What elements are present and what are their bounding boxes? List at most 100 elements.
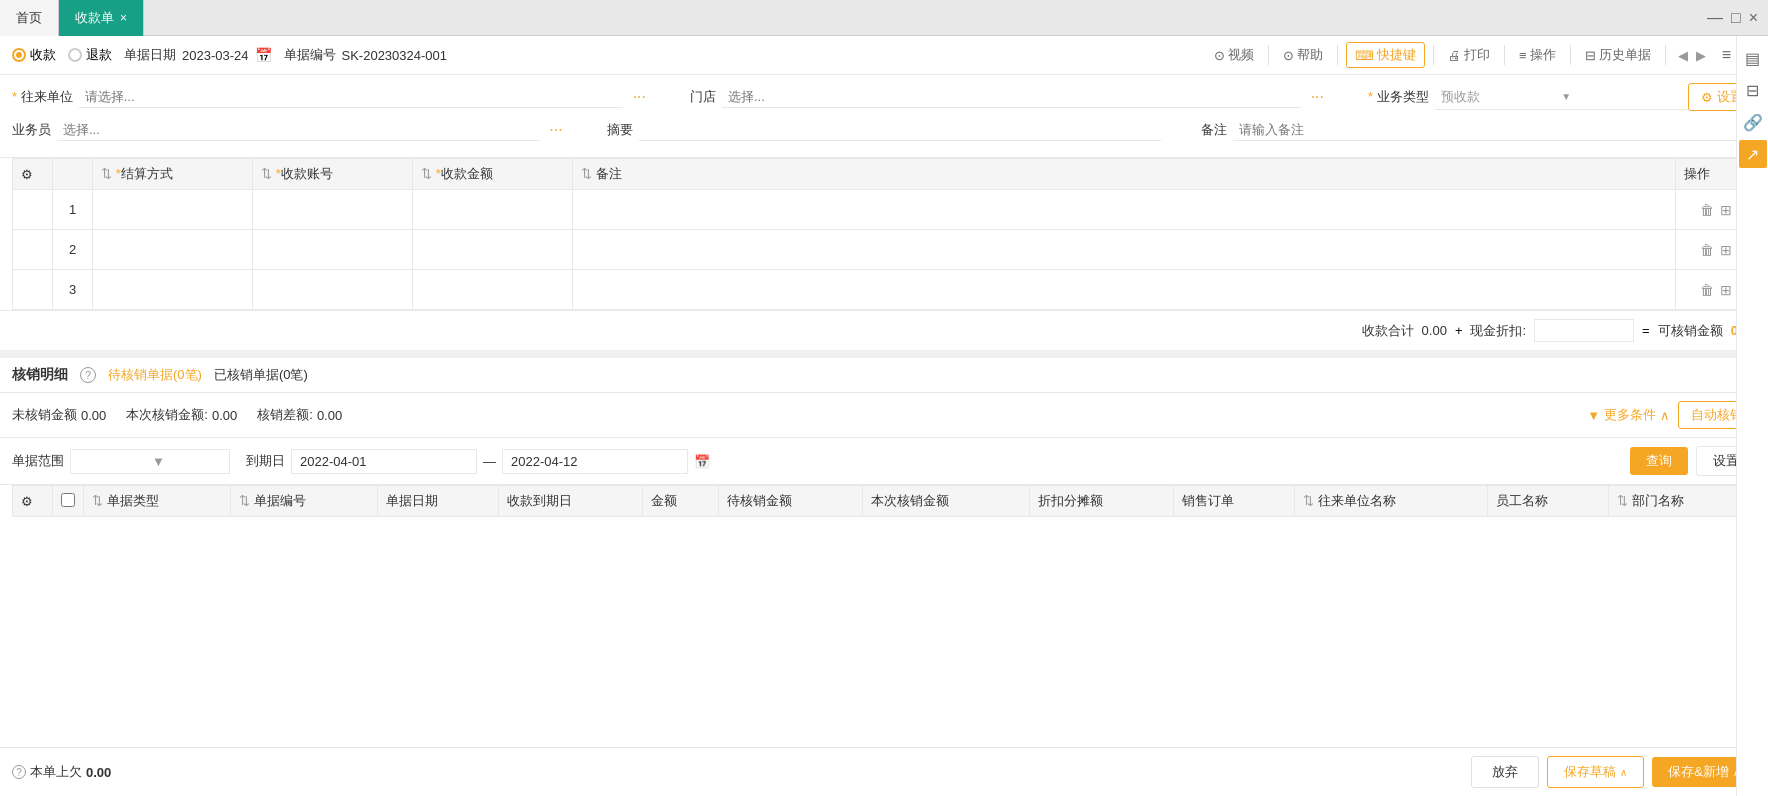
bth-bill-number-label: 单据编号 [254,493,306,508]
sidebar-icon-expand[interactable]: ↗ [1739,140,1767,168]
verification-info-icon[interactable]: ? [80,367,96,383]
remark-input[interactable] [1233,119,1756,141]
store-input[interactable] [722,86,1301,108]
row3-settlement[interactable] [93,270,253,310]
section-divider [0,350,1768,358]
due-date-from[interactable] [291,449,477,474]
date-calendar-icon[interactable]: 📅 [694,454,710,469]
row3-account[interactable] [253,270,413,310]
prev-icon[interactable]: ◀ [1674,48,1692,63]
row1-amount[interactable] [413,190,573,230]
store-label: 门店 [690,88,716,106]
table-header-row: ⚙ ⇅ *结算方式 ⇅ *收款账号 ⇅ *收款金额 [13,159,1756,190]
due-date-to[interactable] [502,449,688,474]
help-btn[interactable]: ⊙ 帮助 [1277,44,1329,66]
video-btn[interactable]: ⊙ 视频 [1208,44,1260,66]
th-settings[interactable]: ⚙ [13,159,53,190]
select-all-checkbox[interactable] [61,493,75,507]
main-table: ⚙ ⇅ *结算方式 ⇅ *收款账号 ⇅ *收款金额 [12,158,1756,310]
partner-input[interactable] [79,86,623,108]
abandon-btn[interactable]: 放弃 [1471,756,1539,788]
sidebar-icon-table[interactable]: ▤ [1739,44,1767,72]
maximize-icon[interactable]: □ [1731,9,1741,27]
summary-input[interactable] [639,119,1162,141]
footer-info-icon[interactable]: ? [12,765,26,779]
row2-copy-icon[interactable]: ⊞ [1720,242,1732,258]
bth-discount: 折扣分摊额 [1029,486,1173,517]
pending-tab-link[interactable]: 待核销单据(0笔) [108,366,202,384]
minimize-icon[interactable]: — [1707,9,1723,27]
row3-copy-icon[interactable]: ⊞ [1720,282,1732,298]
row1-settlement[interactable] [93,190,253,230]
business-type-field: 业务类型 预收款 ▼ [1368,85,1688,110]
bth-staff-label: 员工名称 [1496,493,1548,508]
sidebar-icon-document[interactable]: ⊟ [1739,76,1767,104]
staff-more-icon[interactable]: ··· [545,121,566,139]
bottom-table-container[interactable]: ⚙ ⇅ 单据类型 ⇅ 单据编号 单据日期 [12,485,1756,747]
number-field: 单据编号 SK-20230324-001 [284,46,448,64]
bth-checkbox[interactable] [53,486,84,517]
row2-amount[interactable] [413,230,573,270]
store-more-icon[interactable]: ··· [1307,88,1328,106]
more-conditions-btn[interactable]: ▼ 更多条件 ∧ [1587,406,1670,424]
operate-label: 操作 [1530,46,1556,64]
calendar-icon[interactable]: 📅 [255,47,272,63]
divider4 [1504,45,1505,65]
discount-label: 现金折扣: [1470,322,1526,340]
row2-settlement[interactable] [93,230,253,270]
bth-settings[interactable]: ⚙ [13,486,53,517]
save-new-label: 保存&新增 [1668,763,1729,781]
bth-bill-type: ⇅ 单据类型 [84,486,231,517]
history-btn[interactable]: ⊟ 历史单据 [1579,44,1657,66]
divider5 [1570,45,1571,65]
operate-btn[interactable]: ≡ 操作 [1513,44,1562,66]
this-time-label: 本次核销金额: [126,406,208,424]
tab-active[interactable]: 收款单 × [59,0,144,36]
business-type-select[interactable]: 预收款 ▼ [1435,85,1688,110]
shortcut-btn[interactable]: ⌨ 快捷键 [1346,42,1425,68]
cleared-tab-link[interactable]: 已核销单据(0笔) [214,366,308,384]
bth-partner-label: 往来单位名称 [1318,493,1396,508]
close-icon[interactable]: × [1749,9,1758,27]
row1-account[interactable] [253,190,413,230]
summary-field: 摘要 [607,119,1162,141]
row2-remark[interactable] [573,230,1676,270]
table-row: 3 🗑 ⊞ [13,270,1756,310]
row3-amount[interactable] [413,270,573,310]
bth-dept-label: 部门名称 [1632,493,1684,508]
row2-delete-icon[interactable]: 🗑 [1700,242,1714,258]
bth-bill-date: 单据日期 [377,486,498,517]
divider2 [1337,45,1338,65]
tab-close-icon[interactable]: × [120,11,127,25]
sidebar-icon-link[interactable]: 🔗 [1739,108,1767,136]
video-icon: ⊙ [1214,48,1225,63]
query-btn[interactable]: 查询 [1630,447,1688,475]
row3-remark[interactable] [573,270,1676,310]
save-draft-btn[interactable]: 保存草稿 ∧ [1547,756,1644,788]
row1-delete-icon[interactable]: 🗑 [1700,202,1714,218]
divider3 [1433,45,1434,65]
abandon-label: 放弃 [1492,764,1518,779]
due-date-field: 到期日 — 📅 [246,449,710,474]
layout-list-icon[interactable]: ≡ [1718,44,1735,66]
row3-delete-icon[interactable]: 🗑 [1700,282,1714,298]
row1-copy-icon[interactable]: ⊞ [1720,202,1732,218]
row1-remark[interactable] [573,190,1676,230]
radio-shoukuan[interactable]: 收款 [12,46,56,64]
radio-tuikuan[interactable]: 退款 [68,46,112,64]
range-select[interactable]: ▼ [70,449,230,474]
next-icon[interactable]: ▶ [1692,48,1710,63]
tab-home[interactable]: 首页 [0,0,59,36]
row2-account[interactable] [253,230,413,270]
th-remark-label: 备注 [596,166,622,181]
right-sidebar: ▤ ⊟ 🔗 ↗ [1736,36,1768,796]
partner-more-icon[interactable]: ··· [629,88,650,106]
divider1 [1268,45,1269,65]
calc-plus: + [1455,323,1463,338]
staff-input[interactable] [57,119,539,141]
partner-field: 往来单位 ··· [12,86,650,108]
sort-icon-bill-type: ⇅ [92,493,103,508]
print-btn[interactable]: 🖨 打印 [1442,44,1496,66]
tab-bar: 首页 收款单 × — □ × [0,0,1768,36]
discount-input[interactable] [1534,319,1634,342]
